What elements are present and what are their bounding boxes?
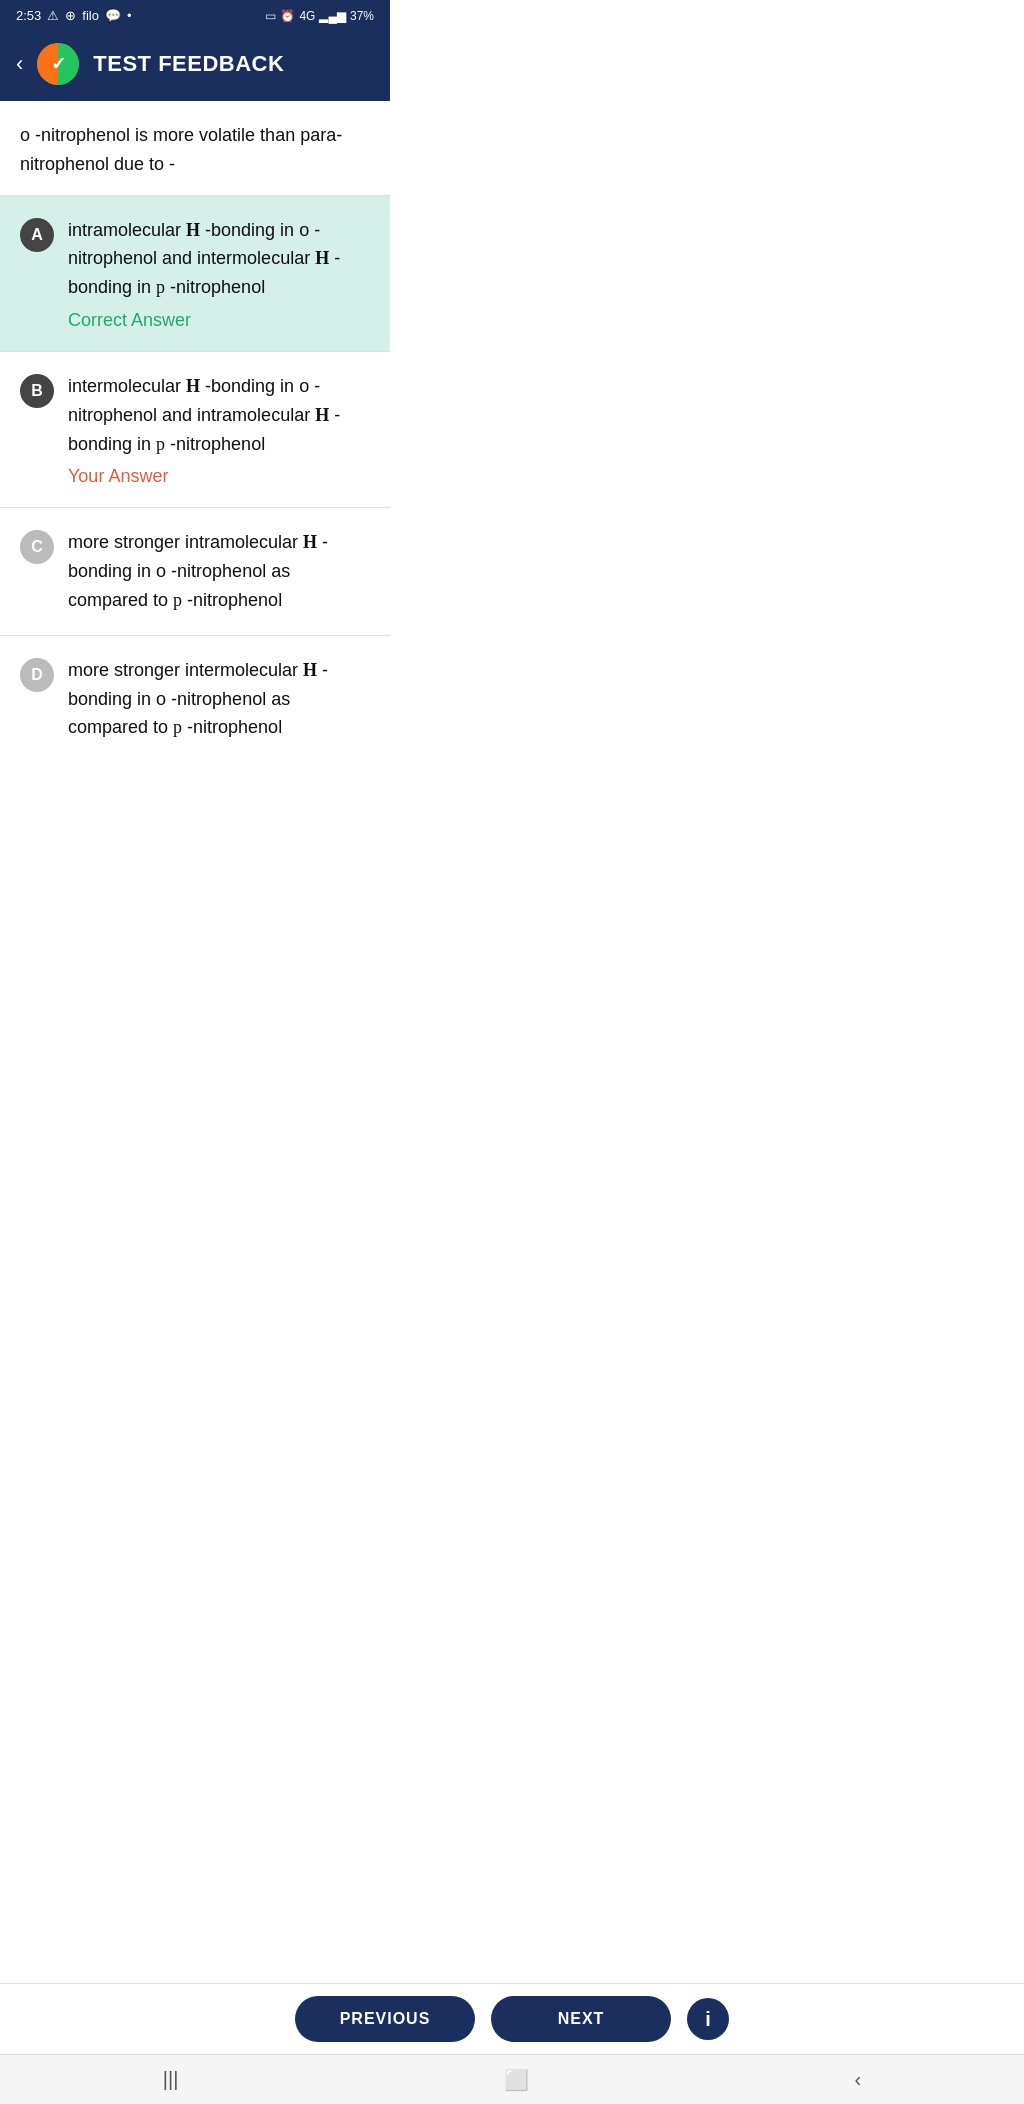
cast-icon: ▭	[265, 9, 276, 23]
signal-bars: ▂▄▆	[319, 9, 346, 23]
whatsapp-icon: ⊕	[65, 8, 76, 23]
option-a-badge: A	[20, 218, 54, 252]
dot-indicator: •	[127, 8, 132, 23]
your-answer-label: Your Answer	[68, 466, 370, 487]
option-c-badge: C	[20, 530, 54, 564]
option-d-text: more stronger intermolecular H -bonding …	[68, 656, 370, 742]
option-b[interactable]: B intermolecular H -bonding in o -nitrop…	[0, 352, 390, 507]
warning-icon: ⚠	[47, 8, 59, 23]
status-bar: 2:53 ⚠ ⊕ filo 💬 • ▭ ⏰ 4G ▂▄▆ 37%	[0, 0, 390, 31]
logo-check-icon: ✓	[51, 53, 66, 75]
battery: 37%	[350, 9, 374, 23]
chat-icon: 💬	[105, 8, 121, 23]
header: ‹ ✓ TEST FEEDBACK	[0, 31, 390, 101]
page-title: TEST FEEDBACK	[93, 51, 284, 77]
status-left: 2:53 ⚠ ⊕ filo 💬 •	[16, 8, 132, 23]
option-a[interactable]: A intramolecular H -bonding in o -nitrop…	[0, 196, 390, 351]
option-c[interactable]: C more stronger intramolecular H -bondin…	[0, 508, 390, 634]
correct-answer-label: Correct Answer	[68, 310, 370, 331]
alarm-icon: ⏰	[280, 9, 295, 23]
signal-text: 4G	[299, 9, 315, 23]
carrier-label: filo	[82, 8, 99, 23]
content-area: o -nitrophenol is more volatile than par…	[0, 101, 390, 882]
option-a-row: A intramolecular H -bonding in o -nitrop…	[20, 216, 370, 302]
option-d[interactable]: D more stronger intermolecular H -bondin…	[0, 636, 390, 762]
status-right: ▭ ⏰ 4G ▂▄▆ 37%	[265, 9, 374, 23]
question-text: o -nitrophenol is more volatile than par…	[20, 121, 370, 179]
option-b-badge: B	[20, 374, 54, 408]
back-button[interactable]: ‹	[16, 51, 23, 77]
app-logo: ✓	[37, 43, 79, 85]
option-d-badge: D	[20, 658, 54, 692]
option-a-text: intramolecular H -bonding in o -nitrophe…	[68, 216, 370, 302]
option-b-text: intermolecular H -bonding in o -nitrophe…	[68, 372, 370, 458]
option-c-text: more stronger intramolecular H -bonding …	[68, 528, 370, 614]
option-b-row: B intermolecular H -bonding in o -nitrop…	[20, 372, 370, 458]
question-section: o -nitrophenol is more volatile than par…	[0, 101, 390, 195]
option-d-row: D more stronger intermolecular H -bondin…	[20, 656, 370, 742]
option-c-row: C more stronger intramolecular H -bondin…	[20, 528, 370, 614]
time: 2:53	[16, 8, 41, 23]
